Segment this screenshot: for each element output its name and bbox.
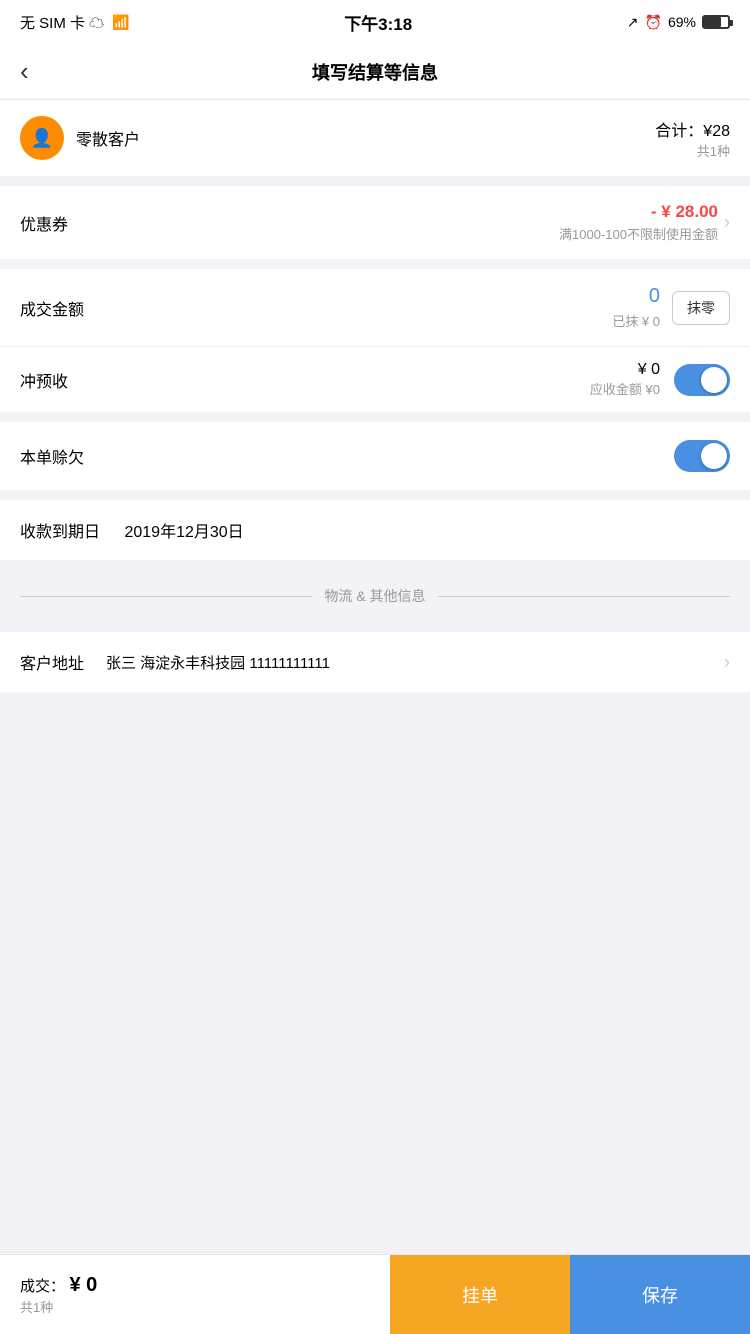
logistics-section: 物流 & 其他信息 <box>0 570 750 622</box>
transaction-amount-row: 成交金额 已抹 ¥ 0 抹零 <box>0 269 750 347</box>
bottom-buttons: 挂单 保存 <box>390 1255 750 1334</box>
customer-name: 零散客户 <box>76 126 140 150</box>
page-title: 填写结算等信息 <box>312 59 438 85</box>
pre-collect-amount: ¥ 0 <box>590 361 660 379</box>
pre-collect-toggle[interactable] <box>674 364 730 396</box>
location-icon: ↗ <box>627 14 639 31</box>
due-date-row: 收款到期日 2019年12月30日 <box>0 500 750 560</box>
due-date-value: 2019年12月30日 <box>124 524 243 541</box>
rounded-sub-text: 已抹 ¥ 0 <box>395 311 660 330</box>
credit-row: 本单赊欠 <box>0 422 750 490</box>
pre-collect-label: 冲预收 <box>20 368 68 392</box>
save-button[interactable]: 保存 <box>570 1255 750 1334</box>
bottom-amount-value: ¥ 0 <box>69 1274 97 1296</box>
credit-label: 本单赊欠 <box>20 444 84 468</box>
transaction-amount-input[interactable] <box>395 285 660 308</box>
customer-total: 合计：¥28 共1种 <box>655 117 730 160</box>
wifi-icon: 📶 <box>112 14 129 31</box>
main-content: 👤 零散客户 合计：¥28 共1种 优惠券 - ¥ 28.00 满1000-10… <box>0 100 750 792</box>
alarm-icon: ⏰ <box>645 14 662 31</box>
bottom-bar: 成交： ¥ 0 共1种 挂单 保存 <box>0 1254 750 1334</box>
credit-toggle[interactable] <box>674 440 730 472</box>
coupon-desc: 满1000-100不限制使用金额 <box>559 224 718 243</box>
status-left: 无 SIM 卡 ☁ 📶 <box>20 12 130 33</box>
status-bar: 无 SIM 卡 ☁ 📶 下午3:18 ↗ ⏰ 69% <box>0 0 750 44</box>
battery-label: 69% <box>668 14 696 30</box>
logistics-label: 物流 & 其他信息 <box>324 586 425 606</box>
coupon-right: - ¥ 28.00 满1000-100不限制使用金额 › <box>559 202 730 243</box>
bottom-transaction-row: 成交： ¥ 0 <box>20 1274 370 1297</box>
due-date-label: 收款到期日 <box>20 524 100 541</box>
logistics-divider: 物流 & 其他信息 <box>20 586 730 606</box>
transaction-label: 成交金额 <box>20 296 100 320</box>
coupon-label: 优惠券 <box>20 211 68 235</box>
pre-collect-amounts: ¥ 0 应收金额 ¥0 <box>590 361 660 398</box>
battery-icon <box>702 15 730 29</box>
transaction-value-group: 已抹 ¥ 0 抹零 <box>395 285 730 330</box>
bottom-info: 成交： ¥ 0 共1种 <box>0 1274 390 1316</box>
no-sim-label: 无 SIM 卡 ☁ <box>20 12 104 33</box>
coupon-discount: - ¥ 28.00 <box>559 202 718 222</box>
transaction-amount-col: 已抹 ¥ 0 <box>395 285 660 330</box>
chevron-right-icon: › <box>724 652 730 673</box>
customer-row: 👤 零散客户 合计：¥28 共1种 <box>0 100 750 176</box>
avatar-icon: 👤 <box>31 128 53 149</box>
status-right: ↗ ⏰ 69% <box>627 14 730 31</box>
bottom-count: 共1种 <box>20 1297 370 1316</box>
bottom-amount-label: 成交： <box>20 1278 65 1295</box>
coupon-info: - ¥ 28.00 满1000-100不限制使用金额 <box>559 202 718 243</box>
nav-bar: ‹ 填写结算等信息 <box>0 44 750 100</box>
address-row[interactable]: 客户地址 张三 海淀永丰科技园 11111111111 › <box>0 632 750 692</box>
coupon-row[interactable]: 优惠券 - ¥ 28.00 满1000-100不限制使用金额 › <box>0 186 750 259</box>
pre-collect-row: 冲预收 ¥ 0 应收金额 ¥0 <box>0 347 750 412</box>
pre-collect-receivable: 应收金额 ¥0 <box>590 379 660 398</box>
chevron-right-icon: › <box>724 212 730 233</box>
hang-order-button[interactable]: 挂单 <box>390 1255 570 1334</box>
credit-toggle-thumb <box>701 443 727 469</box>
address-label: 客户地址 <box>20 650 90 674</box>
transaction-section: 成交金额 已抹 ¥ 0 抹零 冲预收 ¥ 0 应收金额 ¥0 <box>0 269 750 412</box>
address-value: 张三 海淀永丰科技园 11111111111 <box>106 652 708 673</box>
avatar: 👤 <box>20 116 64 160</box>
total-amount: 合计：¥28 <box>655 117 730 141</box>
total-count: 共1种 <box>655 141 730 160</box>
back-button[interactable]: ‹ <box>20 56 29 87</box>
customer-info: 👤 零散客户 <box>20 116 140 160</box>
pre-collect-right: ¥ 0 应收金额 ¥0 <box>590 361 730 398</box>
toggle-thumb <box>701 367 727 393</box>
round-zero-button[interactable]: 抹零 <box>672 291 730 325</box>
status-time: 下午3:18 <box>344 10 412 35</box>
